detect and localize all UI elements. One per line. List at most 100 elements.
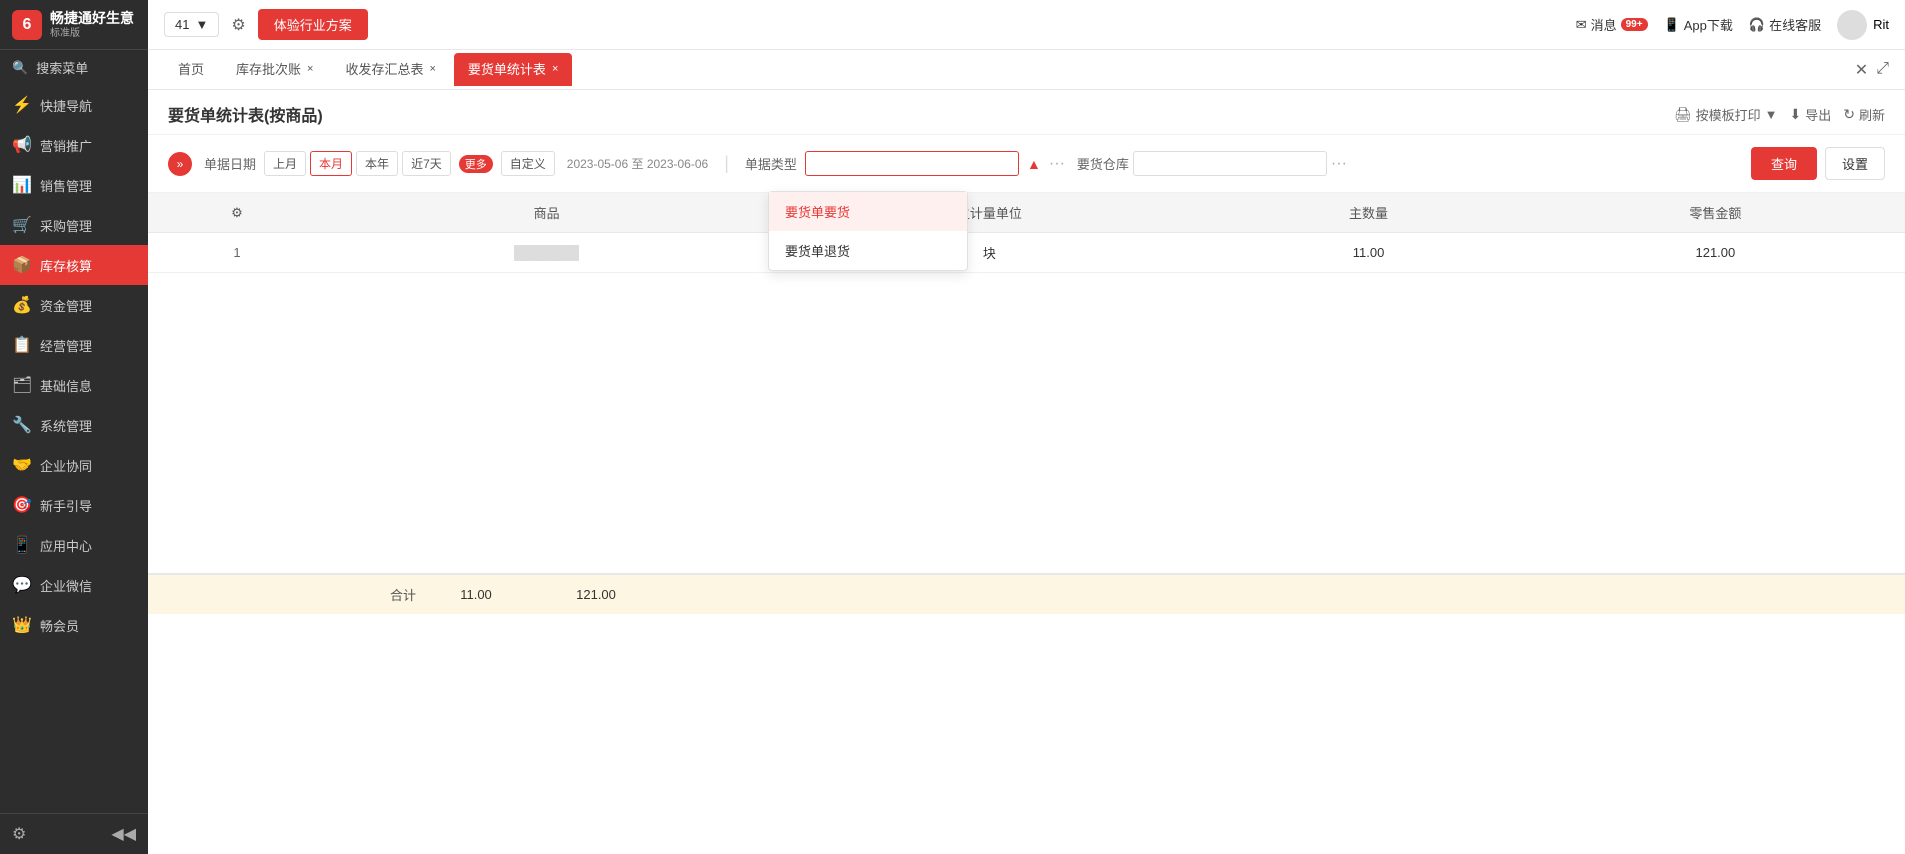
enterprise-label: 企业协同 [40, 456, 136, 475]
dropdown-item-order-return[interactable]: 要货单退货 [769, 231, 967, 270]
sidebar-item-operations[interactable]: 📋 经营管理 [0, 325, 148, 365]
sidebar-search-label: 搜索菜单 [36, 58, 88, 77]
col-header-settings[interactable]: ⚙ [148, 193, 326, 233]
filter-divider: | [724, 153, 729, 174]
tab-send-receive[interactable]: 收发存汇总表× [331, 53, 449, 86]
quick-nav-icon: ⚡ [12, 95, 32, 115]
app-download-button[interactable]: 📱 App下载 [1664, 15, 1733, 34]
col-header-quantity: 主数量 [1211, 193, 1525, 233]
tab-close-order-stats[interactable]: × [552, 63, 558, 75]
sidebar-item-marketing[interactable]: 📢 营销推广 [0, 125, 148, 165]
online-service-button[interactable]: 🎧 在线客服 [1749, 15, 1821, 34]
sidebar-item-member[interactable]: 👑 畅会员 [0, 605, 148, 645]
tabs-close-all[interactable]: ✕ [1855, 60, 1868, 80]
export-button[interactable]: ⬇ 导出 [1790, 105, 1832, 124]
chevron-down-icon: ▼ [195, 17, 208, 32]
app-version: 标准版 [50, 27, 134, 40]
sidebar-item-wechat[interactable]: 💬 企业微信 [0, 565, 148, 605]
sidebar-item-guide[interactable]: 🎯 新手引导 [0, 485, 148, 525]
operations-label: 经营管理 [40, 336, 136, 355]
col-header-amount: 零售金额 [1526, 193, 1905, 233]
topbar-right: ✉ 消息 99+ 📱 App下载 🎧 在线客服 Rit [1576, 10, 1889, 40]
summary-label: 合计 [390, 585, 416, 604]
type-filter-arrow[interactable]: ▲ [1027, 156, 1041, 172]
date-range-display: 2023-05-06 至 2023-06-06 [567, 155, 708, 172]
data-table: ⚙商品主计量单位主数量零售金额 1 ███████ 块 11.00 121.00 [148, 193, 1905, 273]
wechat-icon: 💬 [12, 575, 32, 595]
col-header-product: 商品 [326, 193, 767, 233]
sidebar-search[interactable]: 🔍 搜索菜单 [0, 50, 148, 85]
app-name: 畅捷通好生意 [50, 9, 134, 27]
phone-icon: 📱 [1664, 17, 1680, 33]
expand-icon: » [177, 157, 184, 171]
topbar: 41 ▼ ⚙ 体验行业方案 ✉ 消息 99+ 📱 App下载 🎧 在线客服 R [148, 0, 1905, 50]
sidebar-item-enterprise[interactable]: 🤝 企业协同 [0, 445, 148, 485]
notification-button[interactable]: ✉ 消息 99+ [1576, 15, 1648, 34]
date-quick-btns: 上月本月本年近7天 [264, 151, 451, 176]
sidebar-item-finance[interactable]: 💰 资金管理 [0, 285, 148, 325]
sidebar-item-app-center[interactable]: 📱 应用中心 [0, 525, 148, 565]
tab-batch-account[interactable]: 库存批次账× [222, 53, 327, 86]
more-date-badge[interactable]: 更多 [459, 155, 493, 173]
tab-home[interactable]: 首页 [164, 53, 218, 86]
type-filter-group: 单据类型 ▲ ··· [745, 151, 1065, 176]
sidebar-bottom: ⚙ ◀◀ [0, 813, 148, 854]
sidebar-item-sales[interactable]: 📊 销售管理 [0, 165, 148, 205]
basic-label: 基础信息 [40, 376, 136, 395]
table-header: ⚙商品主计量单位主数量零售金额 [148, 193, 1905, 233]
quick-nav-label: 快捷导航 [40, 96, 136, 115]
type-filter-input[interactable] [805, 151, 1019, 176]
settings-icon[interactable]: ⚙ [12, 824, 26, 844]
notification-badge: 99+ [1621, 18, 1648, 31]
tab-close-send-receive[interactable]: × [429, 63, 435, 75]
sidebar-item-purchase[interactable]: 🛒 采购管理 [0, 205, 148, 245]
sidebar-nav: ⚡ 快捷导航 📢 营销推广 📊 销售管理 🛒 采购管理 📦 库存核算 💰 资金管… [0, 85, 148, 813]
headset-icon: 🎧 [1749, 17, 1765, 33]
tab-order-stats[interactable]: 要货单统计表 × [454, 53, 572, 86]
system-label: 系统管理 [40, 416, 136, 435]
user-menu[interactable]: Rit [1837, 10, 1889, 40]
filter-expand-button[interactable]: » [168, 152, 192, 176]
date-btn-prev-month[interactable]: 上月 [264, 151, 306, 176]
dropdown-item-order-goods[interactable]: 要货单要货 [769, 192, 967, 231]
member-label: 畅会员 [40, 616, 136, 635]
marketing-icon: 📢 [12, 135, 32, 155]
app-download-label: App下载 [1684, 15, 1733, 34]
sidebar-item-basic[interactable]: 🗂 基础信息 [0, 365, 148, 405]
warehouse-more-icon[interactable]: ··· [1331, 155, 1347, 173]
warehouse-filter-label: 要货仓库 [1077, 154, 1129, 173]
filter-actions: 查询 设置 [1751, 147, 1885, 180]
app-center-icon: 📱 [12, 535, 32, 555]
date-btn-this-year[interactable]: 本年 [356, 151, 398, 176]
query-button[interactable]: 查询 [1751, 147, 1817, 180]
collapse-icon[interactable]: ◀◀ [111, 824, 136, 844]
page-content: 要货单统计表(按商品) 🖨 按模板打印 ▼ ⬇ 导出 ↻ 刷新 [148, 90, 1905, 854]
date-filter-label: 单据日期 [204, 154, 256, 173]
table-wrapper: ⚙商品主计量单位主数量零售金额 1 ███████ 块 11.00 121.00 [148, 193, 1905, 273]
topbar-left: 41 ▼ ⚙ 体验行业方案 [164, 9, 368, 40]
tab-label-order-stats: 要货单统计表 [468, 59, 546, 78]
sidebar-item-inventory[interactable]: 📦 库存核算 [0, 245, 148, 285]
cell-amount-0: 121.00 [1526, 233, 1905, 273]
sidebar-item-quick-nav[interactable]: ⚡ 快捷导航 [0, 85, 148, 125]
tab-close-batch-account[interactable]: × [307, 63, 313, 75]
summary-amount: 121.00 [536, 587, 656, 602]
refresh-button[interactable]: ↻ 刷新 [1843, 105, 1885, 124]
date-btn-last7days[interactable]: 近7天 [402, 151, 451, 176]
warehouse-filter-input[interactable] [1133, 151, 1327, 176]
type-more-icon[interactable]: ··· [1049, 155, 1065, 173]
custom-date-button[interactable]: 自定义 [501, 151, 555, 176]
tab-label-home: 首页 [178, 59, 204, 78]
wechat-label: 企业微信 [40, 576, 136, 595]
main-content: 41 ▼ ⚙ 体验行业方案 ✉ 消息 99+ 📱 App下载 🎧 在线客服 R [148, 0, 1905, 854]
trial-button[interactable]: 体验行业方案 [258, 9, 368, 40]
date-btn-this-month[interactable]: 本月 [310, 151, 352, 176]
tabs-expand[interactable]: ⤢ [1876, 60, 1889, 80]
date-filter-group: 单据日期 上月本月本年近7天 更多 自定义 2023-05-06 至 2023-… [204, 151, 708, 176]
setting-button[interactable]: 设置 [1825, 147, 1885, 180]
sidebar-item-system[interactable]: 🔧 系统管理 [0, 405, 148, 445]
topbar-gear-icon[interactable]: ⚙ [231, 15, 245, 35]
company-selector[interactable]: 41 ▼ [164, 12, 219, 37]
page-header-actions: 🖨 按模板打印 ▼ ⬇ 导出 ↻ 刷新 [1674, 105, 1885, 124]
print-button[interactable]: 🖨 按模板打印 ▼ [1674, 105, 1778, 124]
